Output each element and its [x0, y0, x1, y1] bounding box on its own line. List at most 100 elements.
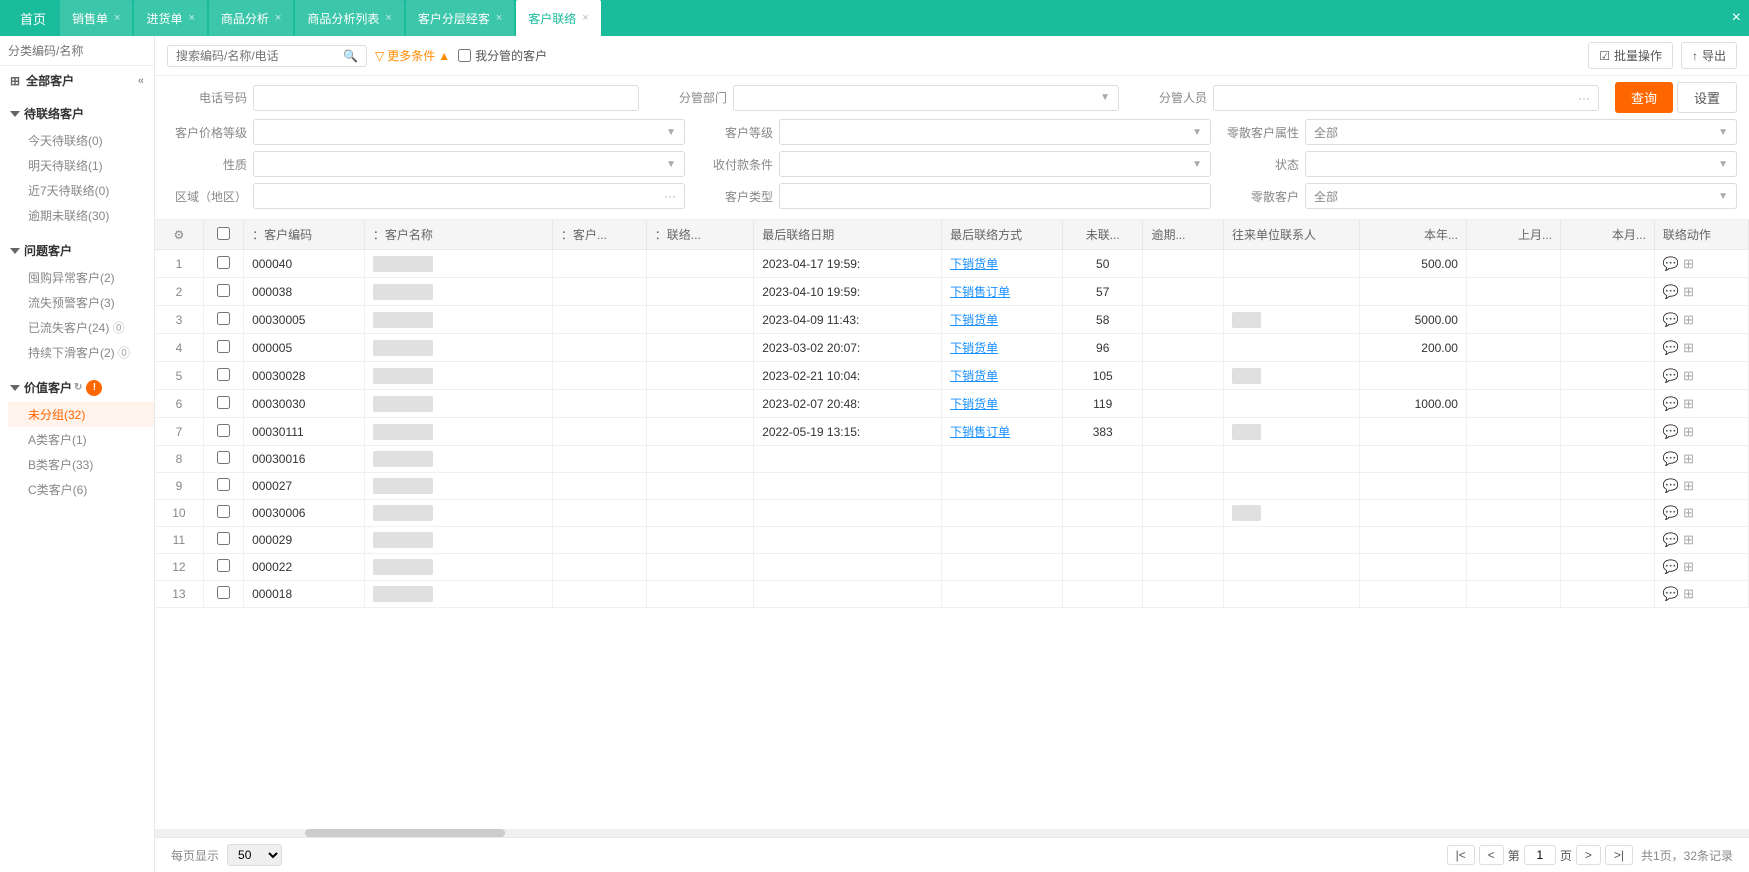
row-checkbox[interactable] [203, 334, 243, 362]
scatter-attr-select[interactable]: 全部 ▼ [1305, 119, 1737, 145]
page-input[interactable] [1524, 845, 1556, 865]
select-all-checkbox[interactable] [217, 227, 230, 240]
sidebar-item-overdue[interactable]: 逾期未联络(30) [8, 203, 154, 228]
chat-icon[interactable]: 💬 [1663, 505, 1679, 521]
status-select[interactable]: ▼ [1305, 151, 1737, 177]
chat-icon[interactable]: 💬 [1663, 424, 1679, 440]
tab-customer-tier[interactable]: 客户分层经客 × [406, 0, 514, 36]
row-checkbox[interactable] [203, 390, 243, 418]
grid-action-icon[interactable]: ⊞ [1683, 256, 1694, 272]
row-checkbox[interactable] [203, 473, 243, 500]
dots-icon[interactable]: ··· [1578, 91, 1590, 105]
close-icon[interactable]: × [582, 12, 588, 24]
collapse-icon[interactable]: « [138, 75, 144, 87]
row-checkbox[interactable] [203, 527, 243, 554]
chat-icon[interactable]: 💬 [1663, 478, 1679, 494]
chat-icon[interactable]: 💬 [1663, 368, 1679, 384]
filter-search-input[interactable] [176, 49, 339, 63]
tab-product-analysis-list[interactable]: 商品分析列表 × [295, 0, 403, 36]
sidebar-item-class-a[interactable]: A类客户(1) [8, 427, 154, 452]
grid-action-icon[interactable]: ⊞ [1683, 478, 1694, 494]
row-checkbox[interactable] [203, 306, 243, 334]
nature-select[interactable]: ▼ [253, 151, 685, 177]
export-button[interactable]: ↑ 导出 [1681, 42, 1737, 69]
grid-action-icon[interactable]: ⊞ [1683, 586, 1694, 602]
refresh-icon[interactable]: ↻ [74, 382, 82, 393]
customer-level-select[interactable]: ▼ [779, 119, 1211, 145]
sidebar-item-today[interactable]: 今天待联络(0) [8, 128, 154, 153]
chat-icon[interactable]: 💬 [1663, 586, 1679, 602]
value-customers-header[interactable]: 价值客户 ↻ ! [0, 373, 154, 402]
last-page-button[interactable]: >| [1605, 845, 1633, 865]
reset-button[interactable]: 设置 [1677, 82, 1737, 113]
row-last-contact-method[interactable]: 下销货单 [942, 250, 1063, 278]
row-last-contact-method[interactable]: 下销售订单 [942, 278, 1063, 306]
sidebar-item-class-c[interactable]: C类客户(6) [8, 477, 154, 502]
grid-action-icon[interactable]: ⊞ [1683, 559, 1694, 575]
sidebar-item-churn-warn[interactable]: 流失预警客户(3) [8, 290, 154, 315]
next-page-button[interactable]: > [1576, 845, 1601, 865]
prev-page-button[interactable]: < [1479, 845, 1504, 865]
grid-action-icon[interactable]: ⊞ [1683, 368, 1694, 384]
sidebar-search-input[interactable] [8, 44, 155, 58]
row-checkbox[interactable] [203, 446, 243, 473]
close-icon[interactable]: × [114, 12, 120, 24]
all-customers-header[interactable]: ⊞ 全部客户 « [0, 66, 154, 95]
settings-icon[interactable]: ⚙ [174, 228, 185, 242]
row-checkbox[interactable] [203, 581, 243, 608]
chat-icon[interactable]: 💬 [1663, 256, 1679, 272]
my-customers-checkbox[interactable] [458, 49, 471, 62]
grid-action-icon[interactable]: ⊞ [1683, 312, 1694, 328]
sidebar-item-declining[interactable]: 持续下滑客户(2) ⓪ [8, 340, 154, 365]
grid-action-icon[interactable]: ⊞ [1683, 451, 1694, 467]
tab-sales-order[interactable]: 销售单 × [60, 0, 132, 36]
row-checkbox[interactable] [203, 278, 243, 306]
more-conditions-button[interactable]: ▽ 更多条件 ▲ [375, 47, 450, 64]
dept-select[interactable]: ▼ [733, 85, 1119, 111]
row-last-contact-method[interactable]: 下销货单 [942, 390, 1063, 418]
home-button[interactable]: 首页 [8, 9, 58, 28]
close-icon[interactable]: × [496, 12, 502, 24]
manager-select[interactable]: ··· [1213, 85, 1599, 111]
first-page-button[interactable]: |< [1447, 845, 1475, 865]
scatter-customer-select[interactable]: 全部 ▼ [1305, 183, 1737, 209]
chat-icon[interactable]: 💬 [1663, 396, 1679, 412]
th-settings[interactable]: ⚙ [155, 220, 203, 250]
row-last-contact-method[interactable]: 下销货单 [942, 362, 1063, 390]
grid-action-icon[interactable]: ⊞ [1683, 424, 1694, 440]
horizontal-scrollbar[interactable] [155, 829, 1749, 837]
row-checkbox[interactable] [203, 362, 243, 390]
close-icon[interactable]: × [385, 12, 391, 24]
sidebar-item-hoarding[interactable]: 囤购异常客户(2) [8, 265, 154, 290]
row-checkbox[interactable] [203, 500, 243, 527]
my-customers-filter[interactable]: 我分管的客户 [458, 47, 547, 64]
filter-search-icon[interactable]: 🔍 [343, 49, 358, 63]
row-checkbox[interactable] [203, 250, 243, 278]
chat-icon[interactable]: 💬 [1663, 284, 1679, 300]
batch-ops-button[interactable]: ☑ 批量操作 [1588, 42, 1673, 69]
sidebar-item-tomorrow[interactable]: 明天待联络(1) [8, 153, 154, 178]
row-checkbox[interactable] [203, 418, 243, 446]
grid-action-icon[interactable]: ⊞ [1683, 532, 1694, 548]
price-level-select[interactable]: ▼ [253, 119, 685, 145]
sidebar-item-class-b[interactable]: B类客户(33) [8, 452, 154, 477]
row-last-contact-method[interactable]: 下销货单 [942, 334, 1063, 362]
close-icon[interactable]: × [188, 12, 194, 24]
dots-icon[interactable]: ··· [664, 189, 676, 203]
payment-select[interactable]: ▼ [779, 151, 1211, 177]
chat-icon[interactable]: 💬 [1663, 340, 1679, 356]
query-button[interactable]: 查询 [1615, 82, 1673, 113]
region-select[interactable]: ··· [253, 183, 685, 209]
grid-action-icon[interactable]: ⊞ [1683, 505, 1694, 521]
grid-action-icon[interactable]: ⊞ [1683, 284, 1694, 300]
customer-type-select[interactable] [779, 183, 1211, 209]
row-last-contact-method[interactable]: 下销货单 [942, 306, 1063, 334]
per-page-select[interactable]: 50 100 200 [227, 844, 282, 866]
tab-product-analysis[interactable]: 商品分析 × [209, 0, 293, 36]
row-last-contact-method[interactable]: 下销售订单 [942, 418, 1063, 446]
sidebar-item-7days[interactable]: 近7天待联络(0) [8, 178, 154, 203]
chat-icon[interactable]: 💬 [1663, 451, 1679, 467]
pending-contact-header[interactable]: 待联络客户 [0, 99, 154, 128]
sidebar-item-churned[interactable]: 已流失客户(24) ⓪ [8, 315, 154, 340]
close-all-tabs[interactable]: × [1732, 9, 1741, 27]
